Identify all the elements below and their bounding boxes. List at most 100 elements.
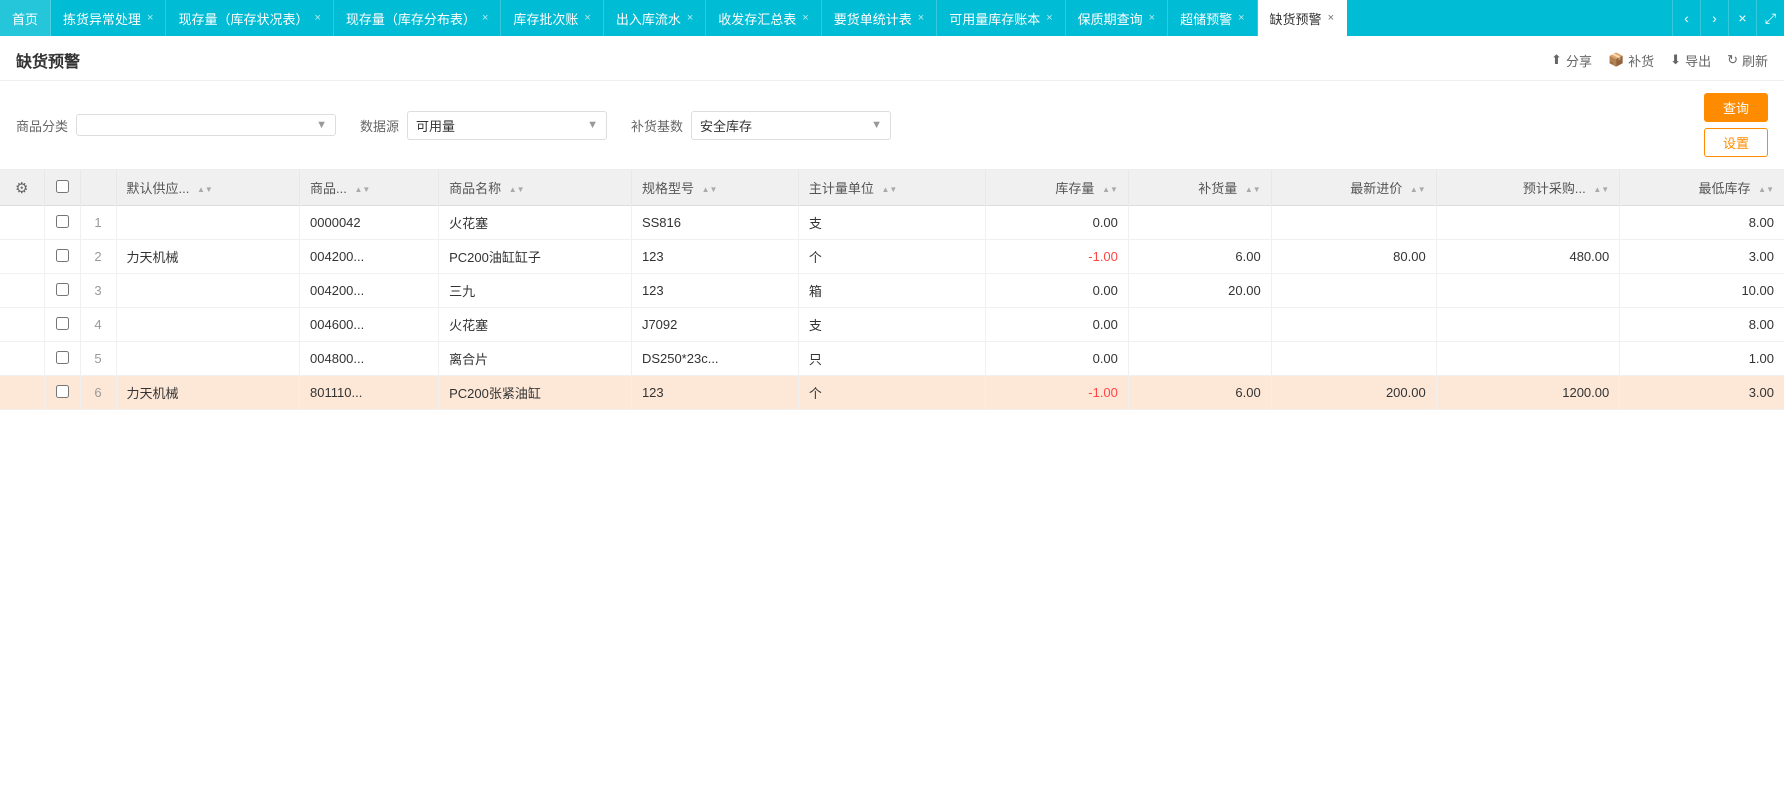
th-replenish-qty[interactable]: 补货量 ▲▼ [1128, 170, 1271, 206]
settings-icon[interactable]: ⚙ [15, 180, 28, 197]
th-min-stock[interactable]: 最低库存 ▲▼ [1620, 170, 1784, 206]
row-checkbox-cell[interactable] [44, 376, 80, 410]
close-inout-flow-tab[interactable]: × [687, 12, 693, 24]
nav-close-btn[interactable]: × [1728, 0, 1756, 36]
row-spec: 123 [631, 274, 798, 308]
table-row: 6 力天机械 801110... PC200张紧油缸 123 个 -1.00 6… [0, 376, 1784, 410]
datasource-select[interactable]: 可用量 ▼ [407, 111, 607, 140]
row-replenish-qty [1128, 206, 1271, 240]
tab-inventory-dist[interactable]: 现存量（库存分布表） × [334, 0, 501, 36]
table-body: 1 0000042 火花塞 SS816 支 0.00 8.00 2 力天机械 0… [0, 206, 1784, 410]
row-estimated-purchase [1436, 274, 1620, 308]
settings-button[interactable]: 设置 [1704, 128, 1768, 157]
close-receive-summary-tab[interactable]: × [802, 12, 808, 24]
share-button[interactable]: ⬆ 分享 [1551, 51, 1592, 70]
select-all-checkbox[interactable] [56, 180, 69, 193]
row-stock: -1.00 [986, 376, 1129, 410]
row-supplier [116, 206, 300, 240]
row-product-name: 火花塞 [439, 308, 632, 342]
close-inventory-dist-tab[interactable]: × [482, 12, 488, 24]
replenish-basis-select[interactable]: 安全库存 ▼ [691, 111, 891, 140]
nav-next-btn[interactable]: › [1700, 0, 1728, 36]
tab-inventory-status[interactable]: 现存量（库存状况表） × [166, 0, 333, 36]
row-checkbox[interactable] [56, 385, 69, 398]
th-latest-price[interactable]: 最新进价 ▲▼ [1271, 170, 1436, 206]
tab-inout-flow[interactable]: 出入库流水 × [604, 0, 706, 36]
refresh-icon: ↻ [1727, 52, 1738, 68]
close-overstock-tab[interactable]: × [1238, 12, 1244, 24]
row-checkbox[interactable] [56, 215, 69, 228]
th-product-code[interactable]: 商品... ▲▼ [300, 170, 439, 206]
nav-expand-btn[interactable]: ⤢ [1756, 0, 1784, 36]
th-num [80, 170, 116, 206]
row-checkbox[interactable] [56, 283, 69, 296]
row-min-stock: 1.00 [1620, 342, 1784, 376]
th-settings[interactable]: ⚙ [0, 170, 44, 206]
query-button[interactable]: 查询 [1704, 93, 1768, 122]
row-checkbox[interactable] [56, 351, 69, 364]
table-row: 1 0000042 火花塞 SS816 支 0.00 8.00 [0, 206, 1784, 240]
row-checkbox-cell[interactable] [44, 342, 80, 376]
th-product-name[interactable]: 商品名称 ▲▼ [439, 170, 632, 206]
tab-overstock[interactable]: 超储预警 × [1168, 0, 1257, 36]
row-estimated-purchase [1436, 342, 1620, 376]
table-row: 2 力天机械 004200... PC200油缸缸子 123 个 -1.00 6… [0, 240, 1784, 274]
close-available-ledger-tab[interactable]: × [1046, 12, 1052, 24]
row-checkbox-cell[interactable] [44, 274, 80, 308]
tab-home[interactable]: 首页 [0, 0, 51, 36]
row-spec: DS250*23c... [631, 342, 798, 376]
close-exception-tab[interactable]: × [147, 12, 153, 24]
tab-requisition-stat[interactable]: 要货单统计表 × [822, 0, 937, 36]
tab-receive-summary-label: 收发存汇总表 [718, 9, 796, 28]
row-num: 6 [80, 376, 116, 410]
tab-available-ledger[interactable]: 可用量库存账本 × [937, 0, 1065, 36]
th-estimated-purchase[interactable]: 预计采购... ▲▼ [1436, 170, 1620, 206]
close-inventory-status-tab[interactable]: × [314, 12, 320, 24]
row-supplier: 力天机械 [116, 376, 300, 410]
row-replenish-qty [1128, 342, 1271, 376]
tab-batch-account[interactable]: 库存批次账 × [501, 0, 603, 36]
close-requisition-stat-tab[interactable]: × [918, 12, 924, 24]
row-product-code: 004600... [300, 308, 439, 342]
row-min-stock: 8.00 [1620, 308, 1784, 342]
row-checkbox-cell[interactable] [44, 206, 80, 240]
nav-prev-btn[interactable]: ‹ [1672, 0, 1700, 36]
refresh-button[interactable]: ↻ 刷新 [1727, 51, 1768, 70]
sort-latest-price-icon: ▲▼ [1410, 186, 1426, 194]
tab-exception-label: 拣货异常处理 [63, 9, 141, 28]
close-expiry-query-tab[interactable]: × [1149, 12, 1155, 24]
row-checkbox[interactable] [56, 249, 69, 262]
row-latest-price [1271, 342, 1436, 376]
row-spec: 123 [631, 376, 798, 410]
row-checkbox[interactable] [56, 317, 69, 330]
sort-spec-icon: ▲▼ [702, 186, 718, 194]
close-batch-account-tab[interactable]: × [584, 12, 590, 24]
tab-expiry-query[interactable]: 保质期查询 × [1066, 0, 1168, 36]
row-estimated-purchase [1436, 206, 1620, 240]
category-select[interactable]: ▼ [76, 114, 336, 136]
row-replenish-qty: 6.00 [1128, 240, 1271, 274]
row-product-name: PC200油缸缸子 [439, 240, 632, 274]
export-button[interactable]: ⬇ 导出 [1670, 51, 1711, 70]
row-min-stock: 10.00 [1620, 274, 1784, 308]
th-spec[interactable]: 规格型号 ▲▼ [631, 170, 798, 206]
th-default-supplier[interactable]: 默认供应... ▲▼ [116, 170, 300, 206]
sort-stock-icon: ▲▼ [1102, 186, 1118, 194]
row-settings-cell [0, 274, 44, 308]
row-supplier [116, 274, 300, 308]
replenish-button[interactable]: 📦 补货 [1608, 51, 1654, 70]
tab-exception[interactable]: 拣货异常处理 × [51, 0, 166, 36]
row-checkbox-cell[interactable] [44, 308, 80, 342]
close-shortage-tab[interactable]: × [1328, 12, 1334, 24]
tab-receive-summary[interactable]: 收发存汇总表 × [706, 0, 821, 36]
row-num: 1 [80, 206, 116, 240]
th-unit[interactable]: 主计量单位 ▲▼ [798, 170, 985, 206]
row-latest-price [1271, 206, 1436, 240]
row-stock: 0.00 [986, 342, 1129, 376]
row-checkbox-cell[interactable] [44, 240, 80, 274]
row-unit: 箱 [798, 274, 985, 308]
th-checkbox[interactable] [44, 170, 80, 206]
tab-shortage[interactable]: 缺货预警 × [1258, 0, 1347, 36]
refresh-label: 刷新 [1742, 51, 1768, 70]
th-stock[interactable]: 库存量 ▲▼ [986, 170, 1129, 206]
